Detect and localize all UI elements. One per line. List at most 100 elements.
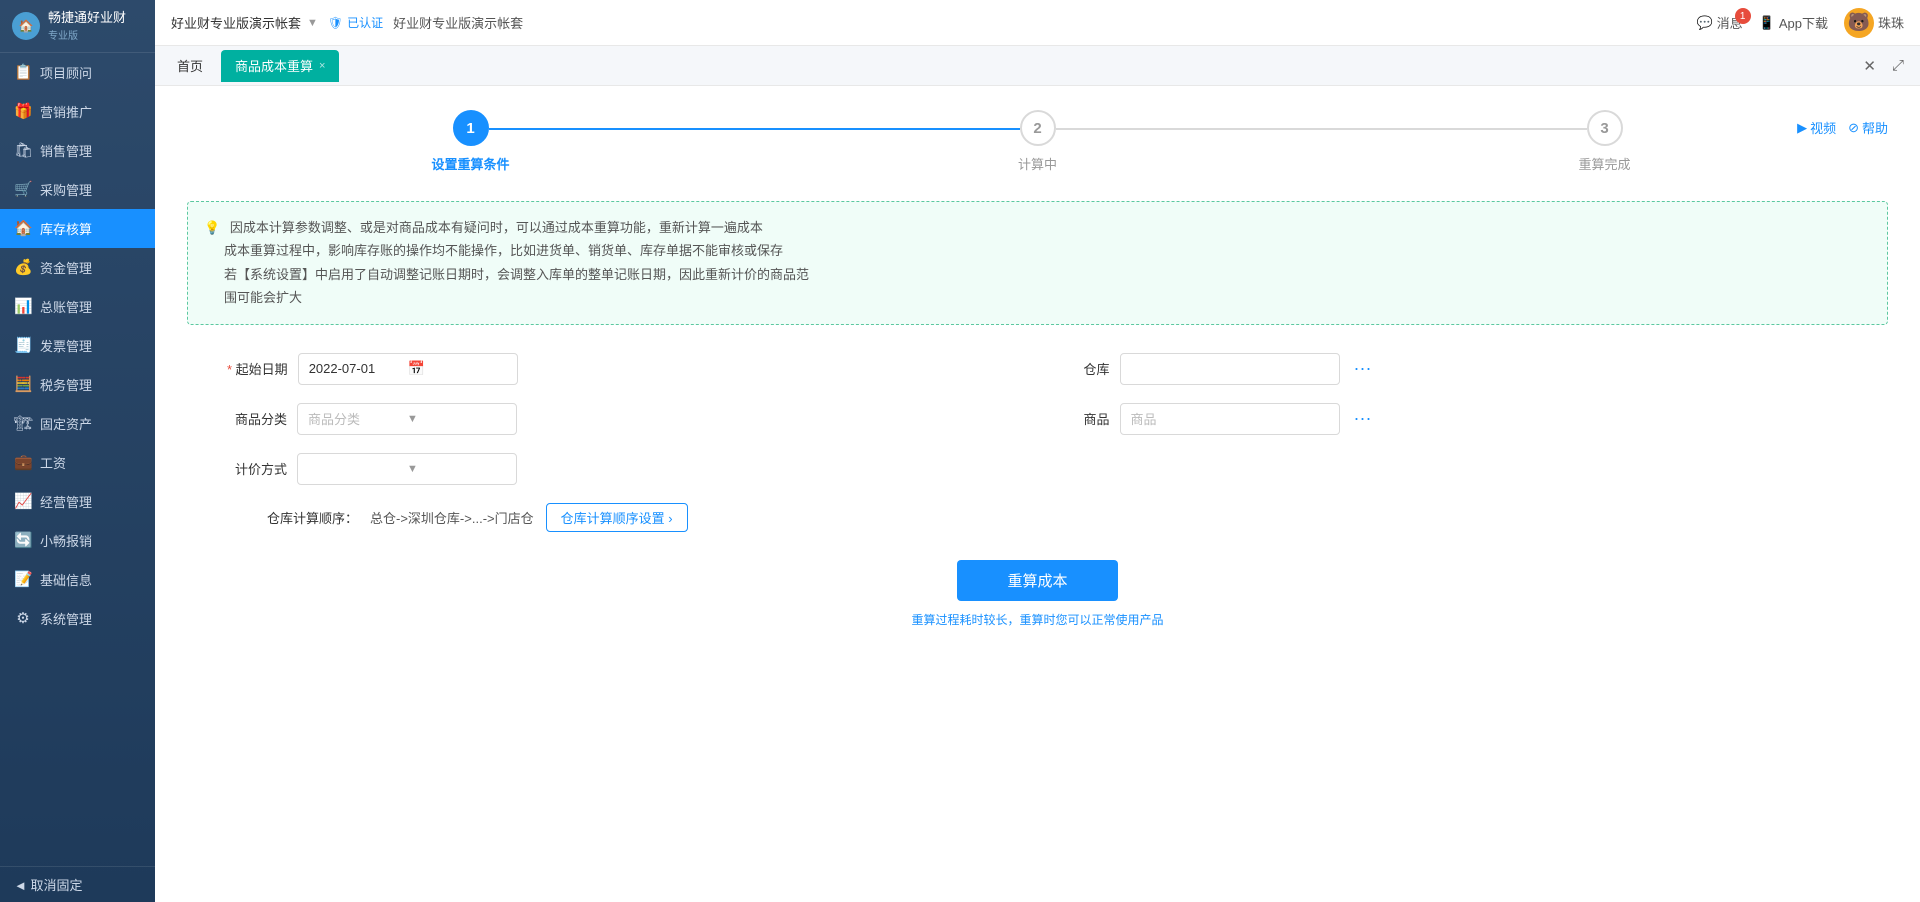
calc-icon: 🧮 [14,375,32,393]
tab-home[interactable]: 首页 [163,50,217,82]
sidebar-item-ledger[interactable]: 📊 总账管理 [0,287,155,326]
goods-more-btn[interactable]: ··· [1350,408,1376,429]
sidebar-item-basic[interactable]: 📝 基础信息 [0,560,155,599]
app-download-button[interactable]: 📱 App下载 [1759,13,1828,32]
sidebar-item-marketing[interactable]: 🎁 营销推广 [0,92,155,131]
sidebar-item-salary[interactable]: 💼 工资 [0,443,155,482]
sidebar-item-label: 税务管理 [40,375,92,394]
sidebar-pin-toggle[interactable]: ◄ 取消固定 [0,866,155,902]
calc-order-value: 总仓->深圳仓库->...->门店仓 [370,508,534,527]
info-line1: 因成本计算参数调整、或是对商品成本有疑问时，可以通过成本重算功能，重新计算一遍成… [230,220,763,235]
tab-cost-recalc[interactable]: 商品成本重算 × [221,50,339,82]
logo-text-block: 畅捷通好业财 专业版 [48,10,126,42]
home-icon: 🏠 [14,219,32,237]
step-3-label: 重算完成 [1578,154,1630,173]
sidebar-item-label: 资金管理 [40,258,92,277]
sync-icon: 🔄 [14,531,32,549]
price-method-field: 计价方式 ▼ [227,453,1026,485]
gift-icon: 🎁 [14,102,32,120]
calc-order-settings-button[interactable]: 仓库计算顺序设置 › [546,503,688,532]
sidebar-item-tax[interactable]: 🧮 税务管理 [0,365,155,404]
step-3-circle: 3 [1587,110,1623,146]
step-1-circle: 1 [453,110,489,146]
category-label: 商品分类 [227,409,287,428]
help-label: 帮助 [1862,118,1888,137]
sidebar-item-label: 固定资产 [40,414,92,433]
content-area: 1 设置重算条件 2 计算中 3 重算完成 [155,86,1920,902]
category-arrow-icon: ▼ [407,413,506,425]
start-date-input[interactable]: 2022-07-01 📅 [298,353,518,385]
calendar-icon[interactable]: 📅 [408,360,507,377]
category-placeholder: 商品分类 [308,409,407,428]
shopping-icon: 🛍 [14,141,32,159]
goods-placeholder: 商品 [1131,409,1329,428]
sidebar-item-project[interactable]: 📋 项目顾问 [0,53,155,92]
help-button[interactable]: ⊘ 帮助 [1848,118,1888,137]
logo-subtitle: 专业版 [48,27,126,42]
account-display-name: 好业财专业版演示帐套 [393,13,523,32]
sidebar-item-label: 系统管理 [40,609,92,628]
sidebar-item-assets[interactable]: 🏗 固定资产 [0,404,155,443]
step-1-label: 设置重算条件 [431,154,509,173]
sidebar-nav: 📋 项目顾问 🎁 营销推广 🛍 销售管理 🛒 采购管理 🏠 库存核算 💰 资金管… [0,53,155,866]
notification-badge: 1 [1735,8,1751,24]
price-method-arrow-icon: ▼ [407,463,506,475]
steps-help: ▶ 视频 ⊘ 帮助 [1797,118,1888,137]
info-bulb-icon: 💡 [204,220,220,235]
sidebar-item-expense[interactable]: 🔄 小畅报销 [0,521,155,560]
sidebar-logo: 🏠 畅捷通好业财 专业版 [0,0,155,53]
category-select[interactable]: 商品分类 ▼ [297,403,517,435]
tab-expand-icon[interactable]: ⤢ [1888,53,1908,78]
account-selector[interactable]: 好业财专业版演示帐套 ▼ [171,13,318,32]
user-avatar-button[interactable]: 🐻 珠珠 [1844,8,1904,38]
cart-icon: 🛒 [14,180,32,198]
sidebar-item-label: 基础信息 [40,570,92,589]
tab-close-icon[interactable]: × [319,60,325,72]
sidebar-item-finance[interactable]: 💰 资金管理 [0,248,155,287]
warehouse-more-btn[interactable]: ··· [1350,358,1376,379]
user-name: 珠珠 [1878,13,1904,32]
info-box: 💡 因成本计算参数调整、或是对商品成本有疑问时，可以通过成本重算功能，重新计算一… [187,201,1888,325]
warehouse-label: 仓库 [1050,359,1110,378]
sidebar-item-purchase[interactable]: 🛒 采购管理 [0,170,155,209]
start-date-value: 2022-07-01 [309,361,408,376]
form-row-1: 起始日期 2022-07-01 📅 仓库 ··· [227,353,1848,385]
sidebar-item-system[interactable]: ⚙ 系统管理 [0,599,155,638]
step-2-label: 计算中 [1018,154,1057,173]
goods-label: 商品 [1050,409,1110,428]
sidebar-item-label: 总账管理 [40,297,92,316]
sidebar-item-invoice[interactable]: 🧾 发票管理 [0,326,155,365]
sidebar-item-label: 小畅报销 [40,531,92,550]
logo-title: 畅捷通好业财 [48,10,126,27]
warehouse-input[interactable] [1120,353,1340,385]
sidebar-item-label: 营销推广 [40,102,92,121]
project-icon: 📋 [14,63,32,81]
info-line3: 若【系统设置】中启用了自动调整记账日期时，会调整入库单的整单记账日期，因此重新计… [224,267,809,282]
form-row-2: 商品分类 商品分类 ▼ 商品 商品 ··· [227,403,1848,435]
info-line4: 围可能会扩大 [224,290,302,305]
briefcase-icon: 💼 [14,453,32,471]
video-button[interactable]: ▶ 视频 [1797,118,1836,137]
verified-badge: 🛡 已认证 [328,14,383,31]
help-icon: ⊘ [1848,120,1859,136]
sidebar-item-sales[interactable]: 🛍 销售管理 [0,131,155,170]
sidebar-item-inventory[interactable]: 🏠 库存核算 [0,209,155,248]
account-name: 好业财专业版演示帐套 [171,13,301,32]
price-method-select[interactable]: ▼ [297,453,517,485]
calc-order-label: 仓库计算顺序： [267,508,358,527]
recalc-button[interactable]: 重算成本 [957,560,1117,601]
step-1-number: 1 [466,120,474,137]
goods-input[interactable]: 商品 [1120,403,1340,435]
form-section: 起始日期 2022-07-01 📅 仓库 ··· 商品分类 [187,353,1888,532]
steps-container: 1 设置重算条件 2 计算中 3 重算完成 [187,110,1888,173]
tab-close-window-icon[interactable]: ✕ [1859,53,1880,79]
sidebar: 🏠 畅捷通好业财 专业版 📋 项目顾问 🎁 营销推广 🛍 销售管理 🛒 采购管理… [0,0,155,902]
sidebar-item-operations[interactable]: 📈 经营管理 [0,482,155,521]
sidebar-item-label: 销售管理 [40,141,92,160]
tab-cost-recalc-label: 商品成本重算 [235,56,313,75]
price-method-label: 计价方式 [227,459,287,478]
trend-icon: 📈 [14,492,32,510]
message-button[interactable]: 💬 消息 1 [1696,13,1742,32]
tabbar-actions: ✕ ⤢ [1859,53,1920,79]
verified-text: 已认证 [347,14,383,31]
